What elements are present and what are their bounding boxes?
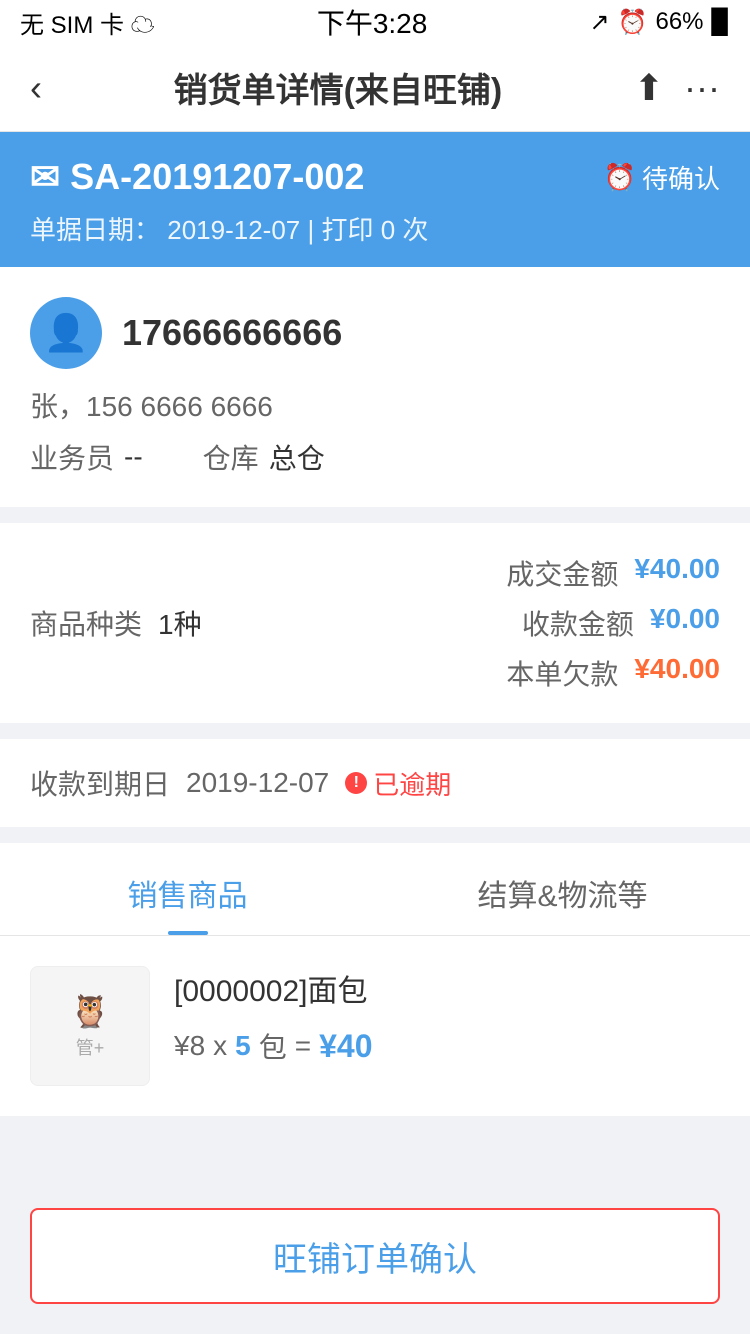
customer-card: 👤 17666666666 张，156 6666 6666 业务员 -- 仓库 … bbox=[0, 267, 750, 507]
tabs-container: 销售商品 结算&物流等 bbox=[0, 843, 750, 936]
back-button[interactable]: ‹ bbox=[30, 67, 42, 109]
tab-settlement[interactable]: 结算&物流等 bbox=[375, 843, 750, 935]
salesperson-value: -- bbox=[124, 441, 143, 473]
product-price-row: ¥8 x 5 包 = ¥40 bbox=[174, 1026, 720, 1066]
location-icon: ↗ bbox=[589, 8, 609, 37]
clock-icon: ⏰ bbox=[604, 162, 636, 193]
received-row: 收款金额 ¥0.00 bbox=[506, 603, 720, 643]
meta-separator: | bbox=[307, 215, 321, 245]
battery-text: 66% bbox=[655, 8, 703, 36]
avatar-icon: 👤 bbox=[44, 312, 89, 354]
status-time: 下午3:28 bbox=[317, 2, 428, 42]
customer-phone: 17666666666 bbox=[122, 312, 342, 354]
tab-underline bbox=[168, 931, 208, 935]
owed-value: ¥40.00 bbox=[634, 653, 720, 693]
meta-date-label: 单据日期： bbox=[30, 215, 160, 245]
product-type-label: 商品种类 bbox=[30, 603, 142, 643]
avatar: 👤 bbox=[30, 297, 102, 369]
order-icon: ✉ bbox=[30, 156, 60, 198]
order-header-top: ✉ SA-20191207-002 ⏰ 待确认 bbox=[30, 156, 720, 198]
customer-detail-row: 业务员 -- 仓库 总仓 bbox=[30, 437, 720, 477]
product-total: ¥40 bbox=[319, 1028, 372, 1065]
nav-bar: ‹ 销货单详情(来自旺铺) ⬆ ··· bbox=[0, 44, 750, 132]
warehouse-item: 仓库 总仓 bbox=[203, 437, 325, 477]
product-code: [0000002] bbox=[174, 975, 307, 1008]
salesperson-label: 业务员 bbox=[30, 437, 114, 477]
share-icon[interactable]: ⬆ bbox=[634, 67, 664, 109]
status-right: ↗ ⏰ 66% ▉ bbox=[589, 8, 730, 37]
product-name-text: 面包 bbox=[307, 975, 367, 1008]
amounts-section: 成交金额 ¥40.00 收款金额 ¥0.00 本单欠款 ¥40.00 bbox=[506, 553, 720, 693]
order-meta: 单据日期： 2019-12-07 | 打印 0 次 bbox=[30, 210, 720, 247]
multiply-sign: x bbox=[213, 1030, 227, 1062]
battery-icon: ▉ bbox=[712, 8, 730, 37]
status-left: 无 SIM 卡 ☁ bbox=[20, 5, 155, 40]
product-type-value: 1种 bbox=[158, 603, 202, 643]
nav-actions: ⬆ ··· bbox=[634, 67, 720, 109]
status-text: 待确认 bbox=[642, 159, 720, 196]
owed-label: 本单欠款 bbox=[506, 653, 618, 693]
customer-top: 👤 17666666666 bbox=[30, 297, 720, 369]
tab-products-label: 销售商品 bbox=[128, 880, 248, 913]
warehouse-label: 仓库 bbox=[203, 437, 259, 477]
equals-sign: = bbox=[295, 1030, 311, 1062]
amount-value: ¥40.00 bbox=[634, 553, 720, 593]
warehouse-value: 总仓 bbox=[269, 437, 325, 477]
confirm-button[interactable]: 旺铺订单确认 bbox=[30, 1208, 720, 1304]
due-date-label: 收款到期日 bbox=[30, 763, 170, 803]
meta-date-value: 2019-12-07 bbox=[167, 215, 300, 245]
tab-products[interactable]: 销售商品 bbox=[0, 843, 375, 935]
order-header: ✉ SA-20191207-002 ⏰ 待确认 单据日期： 2019-12-07… bbox=[0, 132, 750, 267]
product-item: 🦉 管+ [0000002]面包 ¥8 x 5 包 = ¥40 bbox=[0, 936, 750, 1116]
more-icon[interactable]: ··· bbox=[684, 67, 720, 109]
overdue-badge: ! 已逾期 bbox=[345, 765, 451, 802]
product-name: [0000002]面包 bbox=[174, 966, 720, 1010]
overdue-icon: ! bbox=[345, 772, 367, 794]
product-price: ¥8 bbox=[174, 1030, 205, 1062]
received-label: 收款金额 bbox=[522, 603, 634, 643]
customer-name: 张，156 6666 6666 bbox=[30, 385, 720, 425]
order-id: ✉ SA-20191207-002 bbox=[30, 156, 364, 198]
product-thumb-icon: 🦉 管+ bbox=[70, 992, 110, 1060]
order-id-text: SA-20191207-002 bbox=[70, 156, 364, 198]
product-thumbnail: 🦉 管+ bbox=[30, 966, 150, 1086]
meta-print-text: 打印 0 次 bbox=[321, 215, 428, 245]
product-unit: 包 bbox=[259, 1026, 287, 1066]
product-type-section: 商品种类 1种 bbox=[30, 553, 202, 693]
alarm-icon: ⏰ bbox=[618, 8, 648, 37]
due-date-card: 收款到期日 2019-12-07 ! 已逾期 bbox=[0, 739, 750, 827]
order-status: ⏰ 待确认 bbox=[604, 159, 720, 196]
due-date-value: 2019-12-07 bbox=[186, 767, 329, 799]
overdue-text: 已逾期 bbox=[373, 765, 451, 802]
amount-row: 成交金额 ¥40.00 bbox=[506, 553, 720, 593]
page-title: 销货单详情(来自旺铺) bbox=[174, 63, 503, 112]
tab-settlement-label: 结算&物流等 bbox=[477, 880, 647, 913]
status-bar: 无 SIM 卡 ☁ 下午3:28 ↗ ⏰ 66% ▉ bbox=[0, 0, 750, 44]
bottom-area: 旺铺订单确认 bbox=[0, 1188, 750, 1334]
amount-label: 成交金额 bbox=[506, 553, 618, 593]
salesperson-item: 业务员 -- bbox=[30, 437, 143, 477]
product-qty: 5 bbox=[235, 1030, 251, 1062]
no-sim-text: 无 SIM 卡 ☁ bbox=[20, 5, 155, 40]
received-value: ¥0.00 bbox=[650, 603, 720, 643]
owed-row: 本单欠款 ¥40.00 bbox=[506, 653, 720, 693]
product-info: [0000002]面包 ¥8 x 5 包 = ¥40 bbox=[174, 966, 720, 1066]
product-list: 🦉 管+ [0000002]面包 ¥8 x 5 包 = ¥40 bbox=[0, 936, 750, 1116]
summary-card: 商品种类 1种 成交金额 ¥40.00 收款金额 ¥0.00 本单欠款 ¥40.… bbox=[0, 523, 750, 723]
